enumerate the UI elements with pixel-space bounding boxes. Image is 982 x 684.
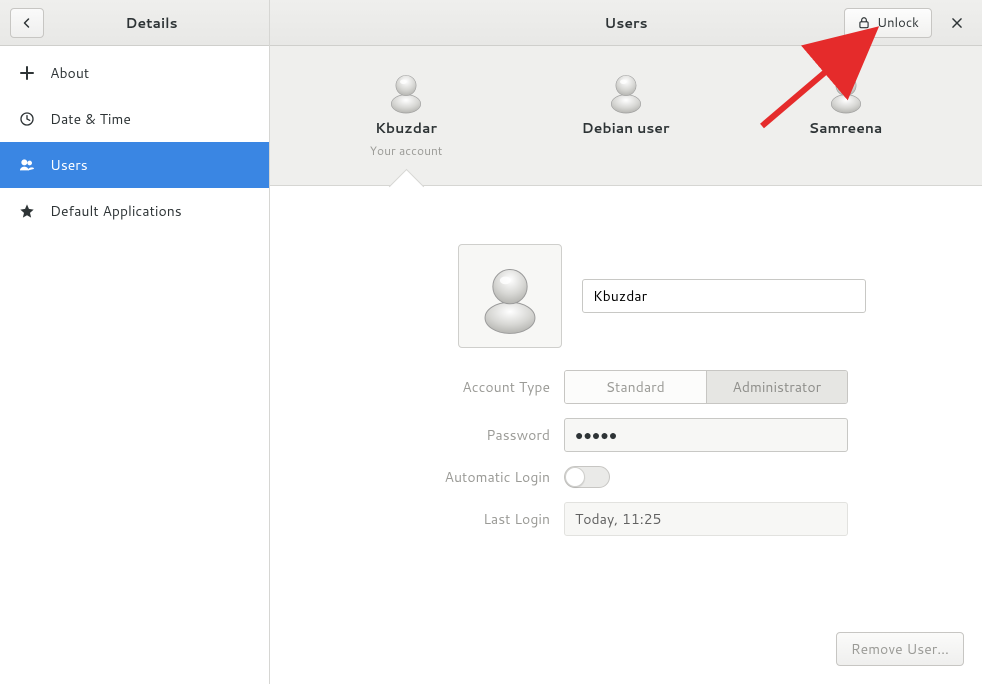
avatar-icon	[471, 257, 549, 335]
avatar-icon	[823, 68, 869, 114]
auto-login-toggle[interactable]	[564, 466, 610, 488]
seg-standard[interactable]: Standard	[565, 371, 706, 403]
label-account-type: Account Type	[320, 377, 550, 397]
main-header: Users Unlock	[270, 0, 982, 46]
avatar-picker[interactable]	[458, 244, 562, 348]
user-card[interactable]: Samreena	[799, 64, 893, 142]
sidebar-title: Details	[44, 13, 259, 33]
user-card[interactable]: Kbuzdar Your account	[360, 64, 453, 163]
close-button[interactable]	[942, 8, 972, 38]
sidebar-item-label: Default Applications	[50, 201, 182, 221]
user-card[interactable]: Debian user	[572, 64, 680, 142]
clock-icon	[18, 110, 36, 128]
chevron-left-icon	[21, 17, 33, 29]
avatar-icon	[383, 68, 429, 114]
plus-icon	[18, 64, 36, 82]
users-strip: Kbuzdar Your account Debian user Samreen…	[270, 46, 982, 186]
main-panel: Users Unlock Kbuzdar Your account	[270, 0, 982, 684]
sidebar-nav: About Date & Time Users Default Applicat…	[0, 46, 269, 684]
lock-icon	[857, 16, 871, 30]
unlock-label: Unlock	[877, 14, 919, 32]
user-sub: Your account	[370, 142, 443, 159]
sidebar-item-about[interactable]: About	[0, 50, 269, 96]
account-type-segmented: Standard Administrator	[564, 370, 848, 404]
label-password: Password	[320, 425, 550, 445]
label-last-login: Last Login	[320, 509, 550, 529]
users-icon	[18, 156, 36, 174]
sidebar-item-label: Date & Time	[50, 109, 131, 129]
unlock-button[interactable]: Unlock	[844, 8, 932, 38]
user-details: Account Type Standard Administrator Pass…	[270, 186, 982, 684]
remove-user-button[interactable]: Remove User…	[836, 632, 964, 666]
sidebar: Details About Date & Time Users	[0, 0, 270, 684]
close-icon	[950, 16, 964, 30]
user-name: Kbuzdar	[375, 118, 437, 138]
avatar-icon	[603, 68, 649, 114]
star-icon	[18, 202, 36, 220]
seg-administrator[interactable]: Administrator	[706, 371, 848, 403]
sidebar-item-default-apps[interactable]: Default Applications	[0, 188, 269, 234]
sidebar-item-users[interactable]: Users	[0, 142, 269, 188]
fullname-input[interactable]	[582, 279, 866, 313]
password-field[interactable]: ●●●●●	[564, 418, 848, 452]
sidebar-item-label: About	[50, 63, 89, 83]
user-name: Samreena	[809, 118, 883, 138]
user-name: Debian user	[582, 118, 670, 138]
sidebar-item-label: Users	[50, 155, 88, 175]
label-auto-login: Automatic Login	[320, 467, 550, 487]
last-login-value: Today, 11:25	[564, 502, 848, 536]
sidebar-header: Details	[0, 0, 269, 46]
back-button[interactable]	[10, 8, 44, 38]
sidebar-item-datetime[interactable]: Date & Time	[0, 96, 269, 142]
